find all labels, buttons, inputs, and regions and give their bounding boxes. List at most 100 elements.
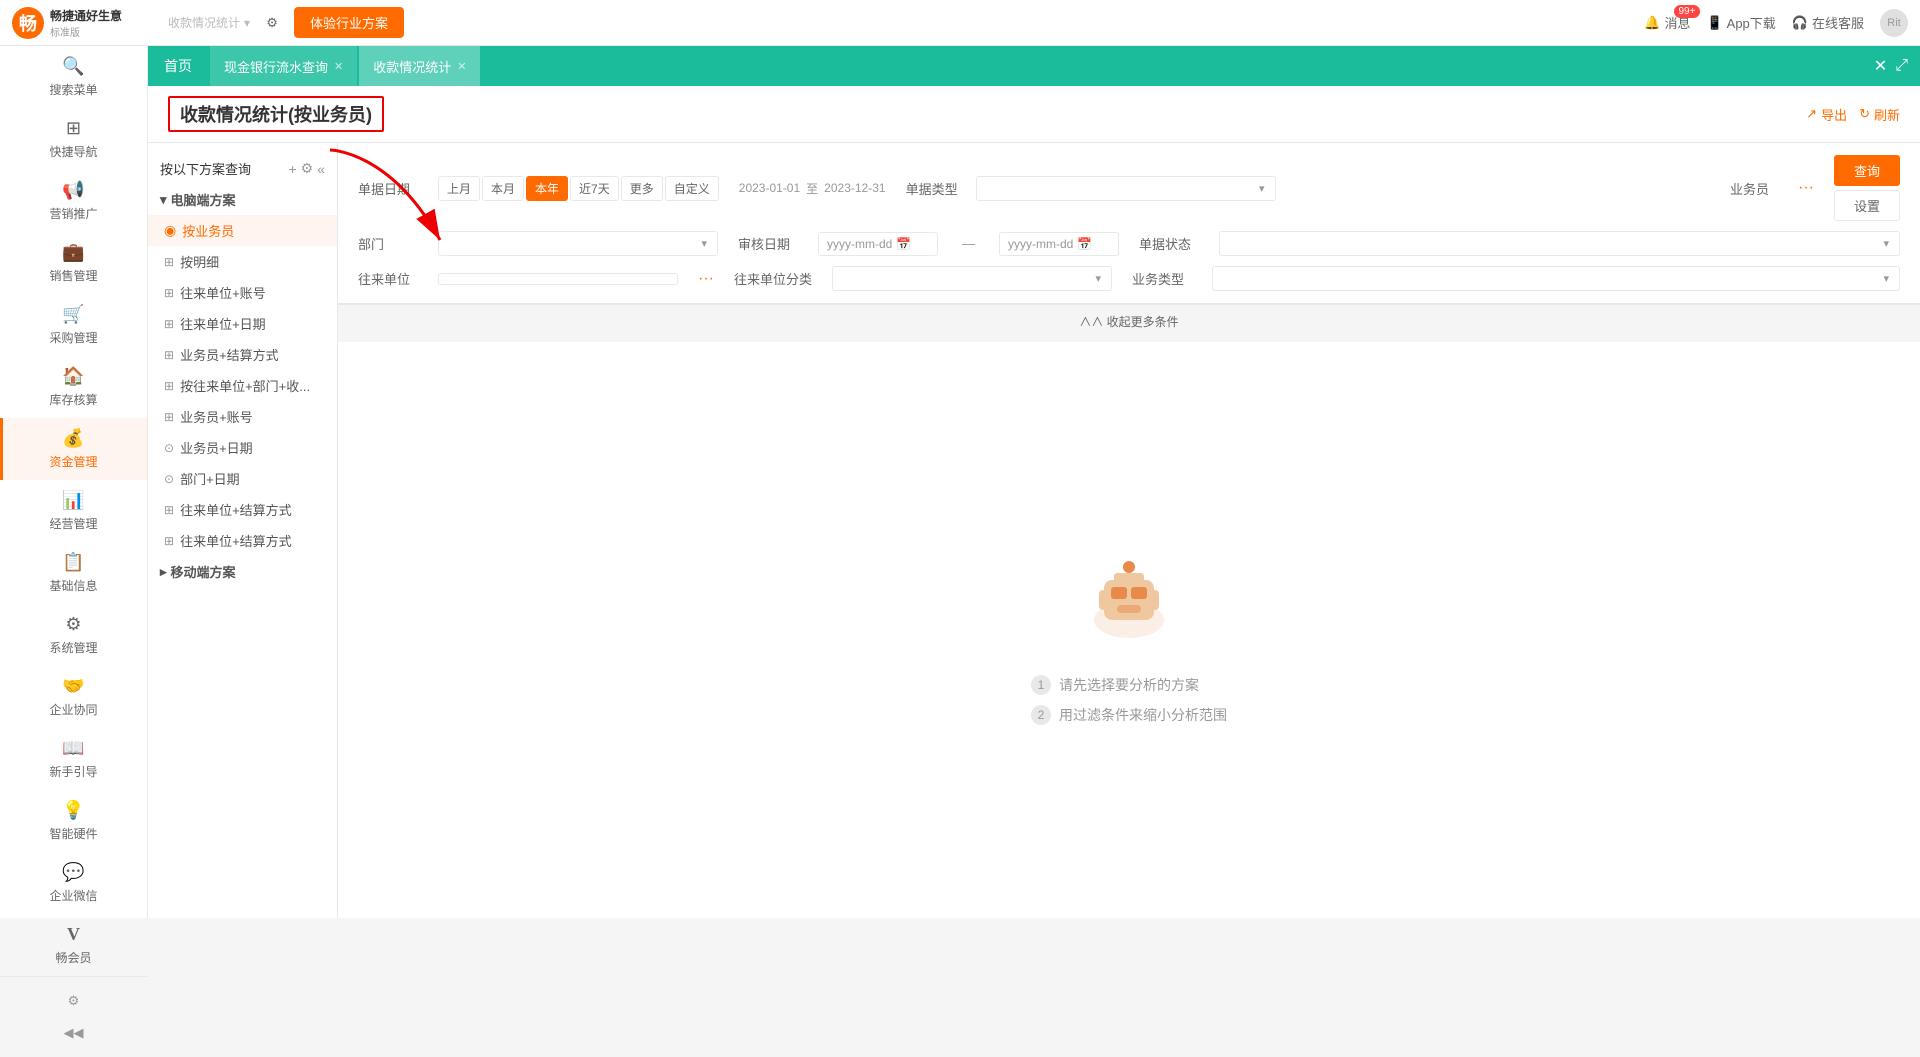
unit-category-select[interactable]: ▾ [832, 266, 1112, 291]
sidebar-collapse-btn[interactable]: ◀◀ [0, 1017, 147, 1049]
sidebar-item-operation[interactable]: 📊 经营管理 [0, 480, 147, 542]
calendar-icon: 📅 [896, 237, 911, 251]
tab-collect-close[interactable]: ✕ [457, 60, 466, 73]
date-btn-last-month[interactable]: 上月 [438, 176, 480, 201]
inventory-icon: 🏠 [62, 366, 84, 387]
salesman-more-dots[interactable]: ··· [1798, 179, 1814, 197]
export-button[interactable]: ↗ 导出 [1806, 105, 1847, 124]
empty-step-1: 1 请先选择要分析的方案 [1031, 675, 1227, 695]
doc-type-area: 单据类型 ▾ [906, 176, 1710, 201]
doc-status-chevron: ▾ [1883, 237, 1889, 250]
sidebar-item-basic[interactable]: 📋 基础信息 [0, 542, 147, 604]
tab-maximize-btn[interactable]: ⤢ [1895, 57, 1908, 75]
tab-bank-close[interactable]: ✕ [334, 60, 343, 73]
tree-item-label: 往来单位+结算方式 [180, 500, 292, 519]
salesman-date-icon: ⊙ [164, 441, 174, 455]
main-layout: 🔍 搜索菜单 ⊞ 快捷导航 📢 营销推广 💼 销售管理 🛒 采购管理 🏠 库存核… [0, 46, 1920, 918]
breadcrumb: 收款情况统计 ▾ [168, 14, 250, 31]
collapse-bar[interactable]: ∧∧ 收起更多条件 [338, 304, 1920, 338]
doc-status-label: 单据状态 [1139, 234, 1199, 253]
step-1-label: 请先选择要分析的方案 [1059, 675, 1199, 695]
detail-icon: ⊞ [164, 255, 174, 269]
panel-collapse-btn[interactable]: « [317, 161, 325, 177]
sidebar-item-label: 基础信息 [49, 577, 97, 594]
sidebar-item-purchase[interactable]: 🛒 采购管理 [0, 294, 147, 356]
refresh-button[interactable]: ↻ 刷新 [1859, 105, 1900, 124]
sidebar-bottom: ⚙ ◀◀ [0, 976, 147, 1057]
step-2-num: 2 [1031, 705, 1051, 725]
date-btn-this-month[interactable]: 本月 [482, 176, 524, 201]
unit-settle1-icon: ⊞ [164, 503, 174, 517]
audit-date-start-input[interactable]: yyyy-mm-dd 📅 [818, 232, 938, 256]
biz-type-select[interactable]: ▾ [1212, 266, 1900, 291]
tree-item-salesman-account[interactable]: ⊞ 业务员+账号 [148, 401, 337, 432]
tree-item-salesman-settle[interactable]: ⊞ 业务员+结算方式 [148, 339, 337, 370]
date-btn-this-year[interactable]: 本年 [526, 176, 568, 201]
tree-item-label: 按业务员 [182, 221, 234, 240]
sidebar-item-nav[interactable]: ⊞ 快捷导航 [0, 108, 147, 170]
tree-item-unit-settle2[interactable]: ⊞ 往来单位+结算方式 [148, 525, 337, 556]
sidebar-item-label: 库存核算 [49, 391, 97, 408]
query-button[interactable]: 查询 [1834, 155, 1900, 186]
date-btn-custom[interactable]: 自定义 [665, 176, 719, 201]
sidebar-settings-btn[interactable]: ⚙ [0, 985, 147, 1017]
sidebar-item-marketing[interactable]: 📢 营销推广 [0, 170, 147, 232]
tab-home[interactable]: 首页 [148, 46, 208, 86]
unit-more-dots[interactable]: ··· [698, 270, 714, 288]
date-btn-7days[interactable]: 近7天 [570, 176, 619, 201]
tree-section-desktop[interactable]: ▾ 电脑端方案 [148, 184, 337, 215]
sidebar-item-finance[interactable]: 💰 资金管理 [0, 418, 147, 480]
sidebar-item-wechat[interactable]: 💬 企业微信 [0, 852, 147, 914]
tree-item-by-detail[interactable]: ⊞ 按明细 [148, 246, 337, 277]
online-service-area[interactable]: 🎧 在线客服 [1792, 13, 1864, 32]
user-avatar-area[interactable]: Rit [1880, 9, 1908, 37]
tree-item-dept-date[interactable]: ⊙ 部门+日期 [148, 463, 337, 494]
doc-status-select[interactable]: ▾ [1219, 231, 1900, 256]
sidebar-item-label: 经营管理 [49, 515, 97, 532]
panel-settings-btn[interactable]: ⚙ [301, 160, 314, 177]
sidebar-item-collab[interactable]: 🤝 企业协同 [0, 666, 147, 728]
sidebar-item-label: 搜索菜单 [49, 81, 97, 98]
tree-section-mobile[interactable]: ▸ 移动端方案 [148, 556, 337, 587]
tab-bank[interactable]: 现金银行流水查询 ✕ [210, 46, 357, 86]
tree-item-label: 往来单位+日期 [180, 314, 266, 333]
sidebar-item-label: 资金管理 [49, 453, 97, 470]
empty-step-2: 2 用过滤条件来缩小分析范围 [1031, 705, 1227, 725]
sidebar: 🔍 搜索菜单 ⊞ 快捷导航 📢 营销推广 💼 销售管理 🛒 采购管理 🏠 库存核… [0, 46, 148, 918]
dept-select[interactable]: ▾ [438, 231, 718, 256]
message-area[interactable]: 🔔 消息 99+ [1644, 13, 1690, 32]
tab-close-all-btn[interactable]: ✕ [1874, 56, 1887, 76]
sidebar-item-inventory[interactable]: 🏠 库存核算 [0, 356, 147, 418]
tree-item-label: 业务员+账号 [180, 407, 253, 426]
sidebar-item-guide[interactable]: 📖 新手引导 [0, 728, 147, 790]
try-industry-button[interactable]: 体验行业方案 [294, 7, 404, 38]
sidebar-item-system[interactable]: ⚙ 系统管理 [0, 604, 147, 666]
main-body: 按以下方案查询 + ⚙ « ▾ 电脑端方案 ◉ 按业务员 [148, 143, 1920, 918]
biz-type-label: 业务类型 [1132, 269, 1192, 288]
unit-settle2-icon: ⊞ [164, 534, 174, 548]
tree-item-unit-account[interactable]: ⊞ 往来单位+账号 [148, 277, 337, 308]
sidebar-item-member[interactable]: V 畅会员 [0, 914, 147, 976]
refresh-label: 刷新 [1874, 105, 1900, 124]
unit-select[interactable] [438, 273, 678, 285]
sidebar-item-search[interactable]: 🔍 搜索菜单 [0, 46, 147, 108]
settings-icon[interactable]: ⚙ [258, 9, 286, 37]
panel-add-btn[interactable]: + [288, 161, 296, 177]
audit-date-end-input[interactable]: yyyy-mm-dd 📅 [999, 232, 1119, 256]
tree-item-unit-settle1[interactable]: ⊞ 往来单位+结算方式 [148, 494, 337, 525]
app-download-area[interactable]: 📱 App下载 [1706, 13, 1775, 32]
tree-item-by-salesman[interactable]: ◉ 按业务员 [148, 215, 337, 246]
collapse-icon: ∧∧ [1079, 315, 1103, 329]
sidebar-item-sales[interactable]: 💼 销售管理 [0, 232, 147, 294]
tab-collect[interactable]: 收款情况统计 ✕ [359, 46, 480, 86]
doc-type-select[interactable]: ▾ [976, 176, 1276, 201]
date-btn-more[interactable]: 更多 [621, 176, 663, 201]
tree-item-unit-date[interactable]: ⊞ 往来单位+日期 [148, 308, 337, 339]
tree-item-unit-dept-collect[interactable]: ⊞ 按往来单位+部门+收... [148, 370, 337, 401]
filter-row-2: 部门 ▾ 审核日期 yyyy-mm-dd 📅 — yyyy-mm-dd [358, 231, 1900, 256]
tree-item-salesman-date[interactable]: ⊙ 业务员+日期 [148, 432, 337, 463]
panel-actions: + ⚙ « [288, 160, 325, 177]
sidebar-item-label: 销售管理 [49, 267, 97, 284]
filter-settings-button[interactable]: 设置 [1834, 190, 1900, 221]
sidebar-item-smart[interactable]: 💡 智能硬件 [0, 790, 147, 852]
